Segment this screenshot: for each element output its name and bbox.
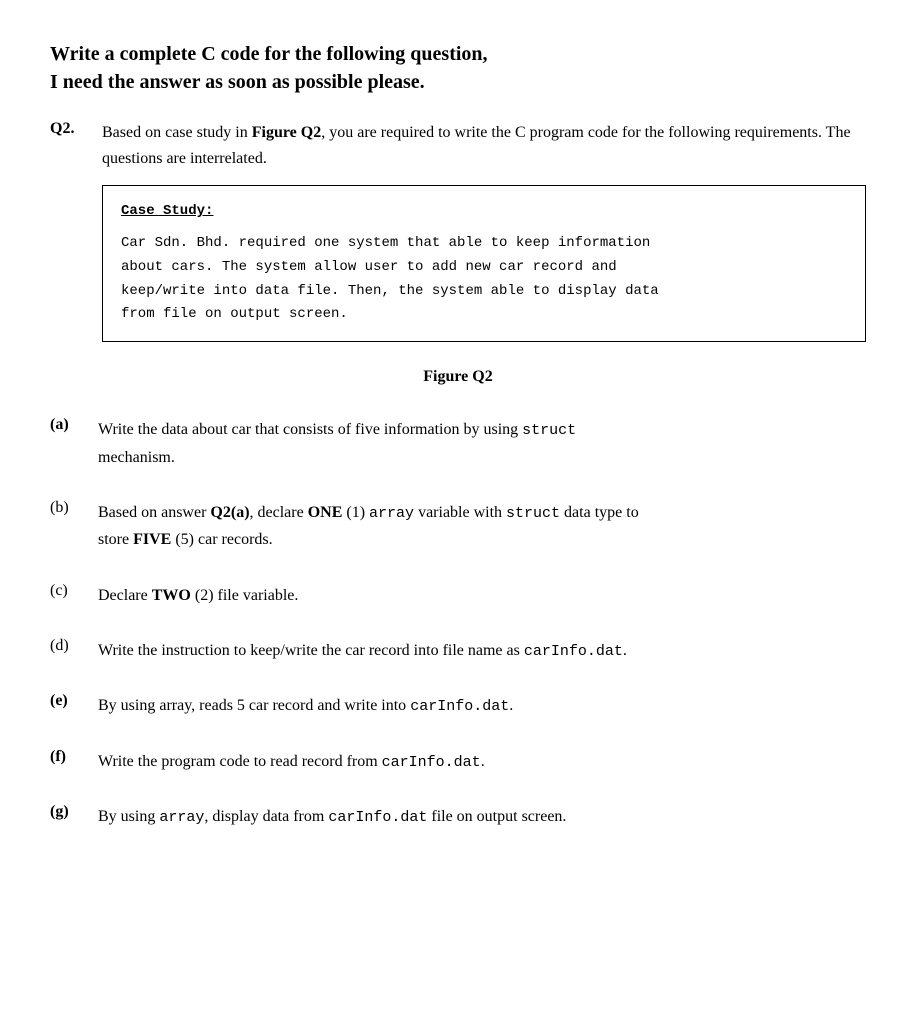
one-bold: ONE [308, 504, 343, 521]
question-intro-text: Based on case study in [102, 124, 252, 141]
sub-question-a-row: (a) Write the data about car that consis… [50, 416, 866, 471]
sub-text-b: Based on answer Q2(a), declare ONE (1) a… [98, 499, 866, 554]
figure-caption: Figure Q2 [50, 368, 866, 386]
page-title: Write a complete C code for the followin… [50, 40, 866, 96]
sub-question-c: (c) Declare TWO (2) file variable. [50, 582, 866, 609]
main-question: Q2. Based on case study in Figure Q2, yo… [50, 120, 866, 348]
page-container: Write a complete C code for the followin… [50, 40, 866, 831]
sub-text-g: By using array, display data from carInf… [98, 803, 866, 831]
q2a-ref: Q2(a) [210, 504, 249, 521]
two-bold: TWO [152, 587, 191, 604]
sub-label-g: (g) [50, 803, 86, 821]
sub-text-f: Write the program code to read record fr… [98, 748, 866, 776]
code-carinfo-g: carInfo.dat [328, 809, 427, 826]
sub-question-g-row: (g) By using array, display data from ca… [50, 803, 866, 831]
sub-question-b: (b) Based on answer Q2(a), declare ONE (… [50, 499, 866, 554]
code-carinfo-f: carInfo.dat [382, 754, 481, 771]
sub-question-d: (d) Write the instruction to keep/write … [50, 637, 866, 665]
code-struct-b: struct [506, 505, 560, 522]
case-study-box: Case Study: Car Sdn. Bhd. required one s… [102, 185, 866, 342]
question-label: Q2. [50, 120, 86, 348]
sub-text-c: Declare TWO (2) file variable. [98, 582, 866, 609]
code-array-g: array [159, 809, 204, 826]
question-body: Based on case study in Figure Q2, you ar… [102, 120, 866, 348]
five-bold: FIVE [133, 531, 171, 548]
sub-question-a: (a) Write the data about car that consis… [50, 416, 866, 471]
sub-label-e: (e) [50, 692, 86, 710]
code-carinfo-d: carInfo.dat [524, 643, 623, 660]
code-array-b: array [369, 505, 414, 522]
case-study-body: Car Sdn. Bhd. required one system that a… [121, 232, 847, 327]
sub-question-f-row: (f) Write the program code to read recor… [50, 748, 866, 776]
sub-question-b-row: (b) Based on answer Q2(a), declare ONE (… [50, 499, 866, 554]
sub-label-b: (b) [50, 499, 86, 517]
sub-label-a: (a) [50, 416, 86, 434]
sub-text-d: Write the instruction to keep/write the … [98, 637, 866, 665]
code-carinfo-e: carInfo.dat [410, 698, 509, 715]
sub-label-d: (d) [50, 637, 86, 655]
figure-ref: Figure Q2 [252, 124, 321, 141]
sub-label-c: (c) [50, 582, 86, 600]
sub-label-f: (f) [50, 748, 86, 766]
sub-question-g: (g) By using array, display data from ca… [50, 803, 866, 831]
sub-question-e-row: (e) By using array, reads 5 car record a… [50, 692, 866, 720]
sub-question-f: (f) Write the program code to read recor… [50, 748, 866, 776]
sub-question-d-row: (d) Write the instruction to keep/write … [50, 637, 866, 665]
sub-question-c-row: (c) Declare TWO (2) file variable. [50, 582, 866, 609]
sub-text-a: Write the data about car that consists o… [98, 416, 866, 471]
case-study-title: Case Study: [121, 200, 847, 224]
sub-text-e: By using array, reads 5 car record and w… [98, 692, 866, 720]
sub-question-e: (e) By using array, reads 5 car record a… [50, 692, 866, 720]
code-struct-a: struct [522, 422, 576, 439]
